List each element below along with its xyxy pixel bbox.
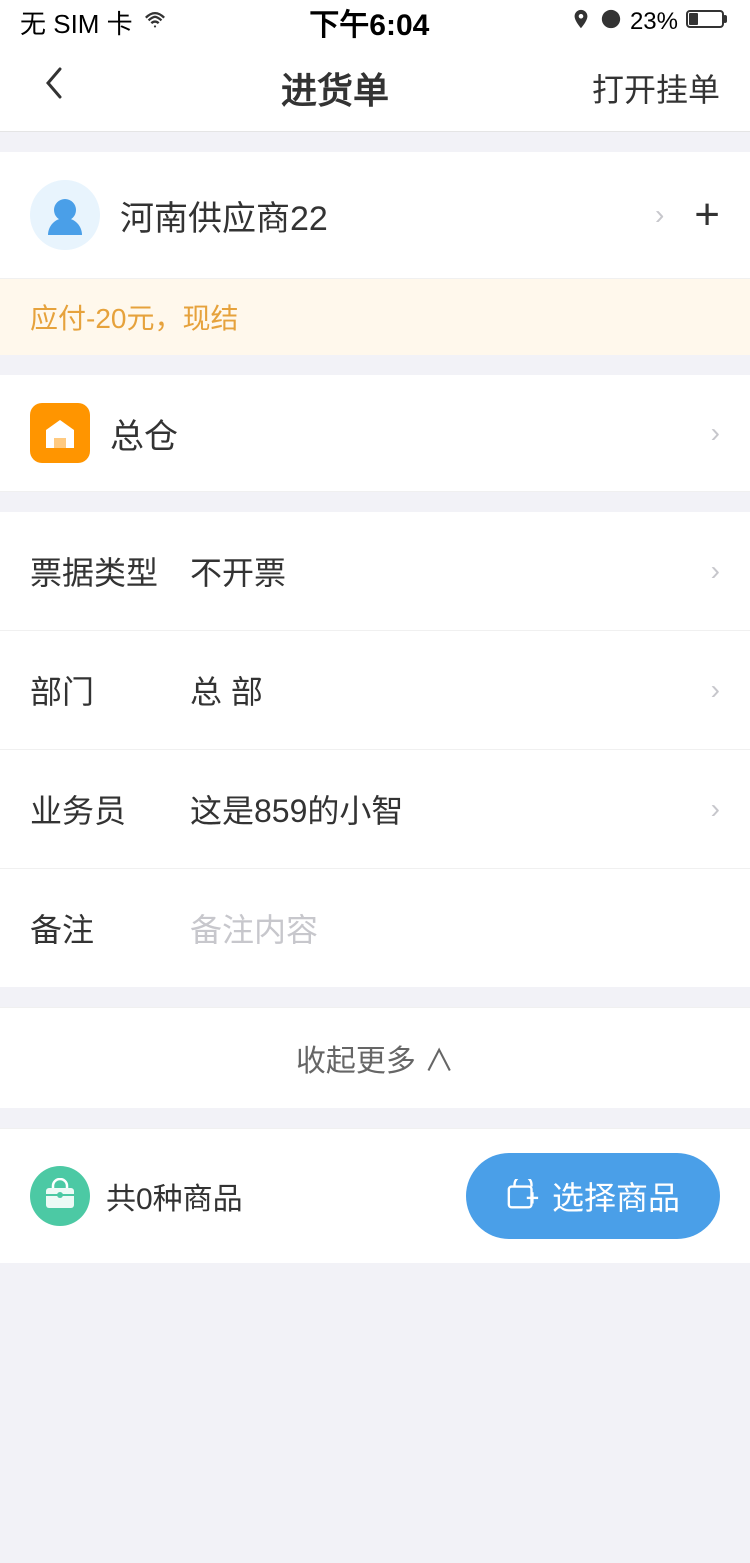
alarm-icon	[600, 8, 622, 37]
select-product-button[interactable]: 选择商品	[466, 1153, 720, 1239]
carrier-label: 无 SIM 卡	[20, 4, 133, 41]
page-background	[0, 1263, 750, 1563]
nav-bar: 进货单 打开挂单	[0, 44, 750, 132]
add-supplier-button[interactable]: +	[694, 193, 720, 237]
sales-arrow-icon: ›	[711, 793, 720, 825]
top-gap	[0, 132, 750, 152]
remark-input[interactable]: 备注内容	[190, 905, 720, 951]
battery-icon	[686, 8, 730, 37]
invoice-row[interactable]: 票据类型 不开票 ›	[0, 512, 750, 631]
page-title: 进货单	[281, 62, 389, 114]
mid-gap	[0, 355, 750, 375]
invoice-label: 票据类型	[30, 548, 170, 594]
supplier-section: 河南供应商22 › + 应付-20元，现结	[0, 152, 750, 355]
back-button[interactable]	[30, 51, 78, 125]
invoice-value: 不开票	[190, 548, 711, 594]
wifi-icon	[141, 7, 169, 38]
dept-row[interactable]: 部门 总 部 ›	[0, 631, 750, 750]
form-section: 票据类型 不开票 › 部门 总 部 › 业务员 这是859的小智 › 备注 备注…	[0, 512, 750, 987]
warehouse-icon	[30, 403, 90, 463]
location-icon	[570, 8, 592, 37]
product-count-area: 共0种商品	[30, 1166, 243, 1226]
collapse-label: 收起更多 ∧	[296, 1045, 454, 1078]
notice-text: 应付-20元，现结	[30, 303, 238, 334]
warehouse-name: 总仓	[110, 409, 711, 458]
supplier-arrow-icon: ›	[655, 199, 664, 231]
status-right: 23%	[570, 8, 730, 37]
product-icon	[30, 1166, 90, 1226]
dept-value: 总 部	[190, 667, 711, 713]
remark-row[interactable]: 备注 备注内容	[0, 869, 750, 987]
warehouse-section: 总仓 ›	[0, 375, 750, 492]
open-pending-button[interactable]: 打开挂单	[592, 65, 720, 111]
remark-label: 备注	[30, 905, 170, 951]
collapse-row[interactable]: 收起更多 ∧	[0, 1007, 750, 1108]
supplier-name: 河南供应商22	[120, 191, 655, 240]
bottom-bar: 共0种商品 选择商品	[0, 1128, 750, 1263]
notice-bar: 应付-20元，现结	[0, 279, 750, 355]
supplier-avatar	[30, 180, 100, 250]
sales-value: 这是859的小智	[190, 786, 711, 832]
status-bar: 无 SIM 卡 下午6:04 23%	[0, 0, 750, 44]
status-left: 无 SIM 卡	[20, 4, 169, 41]
select-product-label: 选择商品	[552, 1173, 680, 1219]
invoice-arrow-icon: ›	[711, 555, 720, 587]
battery-label: 23%	[630, 8, 678, 36]
warehouse-row[interactable]: 总仓 ›	[0, 375, 750, 492]
sales-row[interactable]: 业务员 这是859的小智 ›	[0, 750, 750, 869]
sales-label: 业务员	[30, 786, 170, 832]
warehouse-arrow-icon: ›	[711, 417, 720, 449]
status-time: 下午6:04	[309, 0, 429, 44]
dept-label: 部门	[30, 667, 170, 713]
product-count-text: 共0种商品	[106, 1174, 243, 1218]
dept-arrow-icon: ›	[711, 674, 720, 706]
supplier-row[interactable]: 河南供应商22 › +	[0, 152, 750, 279]
